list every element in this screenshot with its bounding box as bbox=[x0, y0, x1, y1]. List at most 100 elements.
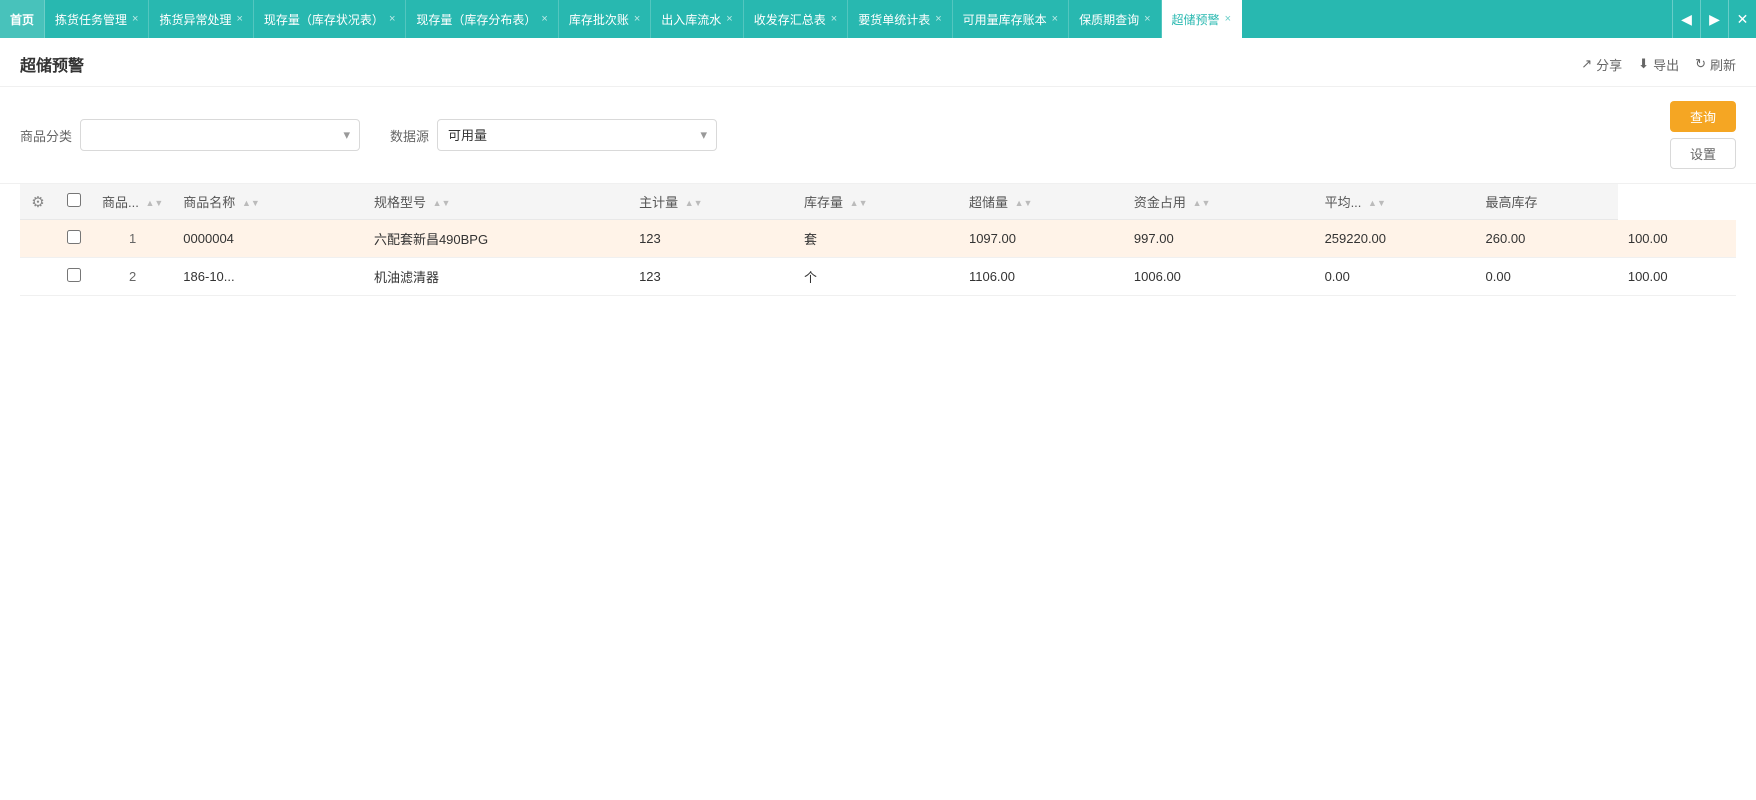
datasource-select-wrap: 可用量 库存量 bbox=[437, 119, 717, 151]
category-select-wrap bbox=[80, 119, 360, 151]
nav-tab-home-label: 首页 bbox=[10, 11, 34, 28]
row-check-1 bbox=[56, 258, 92, 296]
filter-area: 商品分类 数据源 可用量 库存量 查询 设置 bbox=[0, 87, 1756, 183]
col-header-name[interactable]: 商品名称 ▲▼ bbox=[173, 184, 364, 220]
nav-tab-task-mgmt-label: 拣货任务管理 bbox=[55, 11, 127, 28]
nav-tab-quality-check[interactable]: 保质期查询 × bbox=[1069, 0, 1161, 38]
select-all-checkbox[interactable] bbox=[67, 193, 81, 207]
col-header-overstock[interactable]: 超储量 ▲▼ bbox=[959, 184, 1124, 220]
row-check-0 bbox=[56, 220, 92, 258]
row-avg-1: 0.00 bbox=[1476, 258, 1618, 296]
nav-tab-order-stat-close[interactable]: × bbox=[935, 13, 941, 25]
export-label: 导出 bbox=[1653, 55, 1679, 74]
col-header-max-stock[interactable]: 最高库存 bbox=[1476, 184, 1618, 220]
row-stock-1: 1106.00 bbox=[959, 258, 1124, 296]
row-max-stock-0: 100.00 bbox=[1618, 220, 1736, 258]
nav-tab-stock-status[interactable]: 现存量（库存状况表） × bbox=[254, 0, 406, 38]
nav-tab-order-stat-label: 要货单统计表 bbox=[858, 11, 930, 28]
page-header: 超储预警 ↗ 分享 ⬇ 导出 ↻ 刷新 bbox=[0, 38, 1756, 87]
col-header-spec[interactable]: 规格型号 ▲▼ bbox=[364, 184, 629, 220]
export-icon: ⬇ bbox=[1638, 56, 1649, 72]
row-spec-0: 123 bbox=[629, 220, 794, 258]
datasource-select[interactable]: 可用量 库存量 bbox=[437, 119, 717, 151]
row-index-1: 2 bbox=[92, 258, 173, 296]
sort-icon-code: ▲▼ bbox=[145, 199, 163, 208]
col-header-avg[interactable]: 平均... ▲▼ bbox=[1315, 184, 1476, 220]
export-button[interactable]: ⬇ 导出 bbox=[1638, 55, 1679, 74]
row-overstock-0: 997.00 bbox=[1124, 220, 1315, 258]
page-title: 超储预警 bbox=[20, 52, 84, 76]
nav-tab-stock-status-label: 现存量（库存状况表） bbox=[264, 11, 384, 28]
refresh-icon: ↻ bbox=[1695, 56, 1706, 72]
share-label: 分享 bbox=[1596, 55, 1622, 74]
gear-icon[interactable]: ⚙ bbox=[30, 193, 46, 209]
nav-tab-overstock-alert-label: 超储预警 bbox=[1172, 11, 1220, 28]
sort-icon-name: ▲▼ bbox=[242, 199, 260, 208]
row-max-stock-1: 100.00 bbox=[1618, 258, 1736, 296]
nav-tab-recv-send-close[interactable]: × bbox=[831, 13, 837, 25]
nav-tab-abnormal-close[interactable]: × bbox=[236, 13, 242, 25]
settings-button[interactable]: 设置 bbox=[1670, 138, 1736, 169]
row-code-0: 0000004 bbox=[173, 220, 364, 258]
category-label: 商品分类 bbox=[20, 126, 72, 145]
col-header-capital[interactable]: 资金占用 ▲▼ bbox=[1124, 184, 1315, 220]
row-stock-0: 1097.00 bbox=[959, 220, 1124, 258]
col-header-check bbox=[56, 184, 92, 220]
nav-tab-home[interactable]: 首页 bbox=[0, 0, 45, 38]
nav-tab-inout-flow[interactable]: 出入库流水 × bbox=[651, 0, 743, 38]
nav-tab-recv-send-label: 收发存汇总表 bbox=[754, 11, 826, 28]
row-name-1: 机油滤清器 bbox=[364, 258, 629, 296]
nav-tab-available-account-label: 可用量库存账本 bbox=[963, 11, 1047, 28]
nav-arrows: ◀ ▶ ✕ bbox=[1672, 0, 1756, 38]
nav-tab-available-account-close[interactable]: × bbox=[1052, 13, 1058, 25]
nav-tab-abnormal[interactable]: 拣货异常处理 × bbox=[149, 0, 253, 38]
row-avg-0: 260.00 bbox=[1476, 220, 1618, 258]
nav-tab-overstock-alert[interactable]: 超储预警 × bbox=[1162, 0, 1242, 38]
nav-tab-abnormal-label: 拣货异常处理 bbox=[159, 11, 231, 28]
sort-icon-capital: ▲▼ bbox=[1193, 199, 1211, 208]
nav-tab-overstock-alert-close[interactable]: × bbox=[1225, 13, 1231, 25]
nav-tab-stock-dist-close[interactable]: × bbox=[541, 13, 547, 25]
filter-group-datasource: 数据源 可用量 库存量 bbox=[390, 119, 717, 151]
row-index-0: 1 bbox=[92, 220, 173, 258]
nav-tab-quality-check-close[interactable]: × bbox=[1144, 13, 1150, 25]
top-nav: 首页 拣货任务管理 × 拣货异常处理 × 现存量（库存状况表） × 现存量（库存… bbox=[0, 0, 1756, 38]
row-checkbox-0[interactable] bbox=[67, 230, 81, 244]
share-icon: ↗ bbox=[1581, 56, 1592, 72]
row-unit-0: 套 bbox=[794, 220, 959, 258]
nav-tab-available-account[interactable]: 可用量库存账本 × bbox=[953, 0, 1069, 38]
nav-tab-stock-dist[interactable]: 现存量（库存分布表） × bbox=[406, 0, 558, 38]
refresh-button[interactable]: ↻ 刷新 bbox=[1695, 55, 1736, 74]
nav-arrow-right[interactable]: ▶ bbox=[1700, 0, 1728, 38]
row-overstock-1: 1006.00 bbox=[1124, 258, 1315, 296]
row-unit-1: 个 bbox=[794, 258, 959, 296]
nav-tab-inout-flow-close[interactable]: × bbox=[726, 13, 732, 25]
col-header-unit[interactable]: 主计量 ▲▼ bbox=[629, 184, 794, 220]
data-table: ⚙ 商品... ▲▼ 商品名称 ▲▼ 规格型号 ▲▼ bbox=[20, 184, 1736, 296]
col-header-gear: ⚙ bbox=[20, 184, 56, 220]
nav-arrow-close[interactable]: ✕ bbox=[1728, 0, 1756, 38]
nav-tab-task-mgmt-close[interactable]: × bbox=[132, 13, 138, 25]
table-header-row: ⚙ 商品... ▲▼ 商品名称 ▲▼ 规格型号 ▲▼ bbox=[20, 184, 1736, 220]
row-gear-0 bbox=[20, 220, 56, 258]
nav-tab-stock-status-close[interactable]: × bbox=[389, 13, 395, 25]
nav-tab-batch-account[interactable]: 库存批次账 × bbox=[559, 0, 651, 38]
nav-arrow-left[interactable]: ◀ bbox=[1672, 0, 1700, 38]
category-select[interactable] bbox=[80, 119, 360, 151]
nav-tab-task-mgmt[interactable]: 拣货任务管理 × bbox=[45, 0, 149, 38]
row-capital-0: 259220.00 bbox=[1315, 220, 1476, 258]
row-name-0: 六配套新昌490BPG bbox=[364, 220, 629, 258]
sort-icon-avg: ▲▼ bbox=[1368, 199, 1386, 208]
share-button[interactable]: ↗ 分享 bbox=[1581, 55, 1622, 74]
filter-actions: 查询 设置 bbox=[1670, 101, 1736, 169]
query-button[interactable]: 查询 bbox=[1670, 101, 1736, 132]
row-checkbox-1[interactable] bbox=[67, 268, 81, 282]
nav-tab-batch-account-close[interactable]: × bbox=[634, 13, 640, 25]
col-header-code[interactable]: 商品... ▲▼ bbox=[92, 184, 173, 220]
table-row: 2 186-10... 机油滤清器 123 个 1106.00 1006.00 … bbox=[20, 258, 1736, 296]
col-header-stock[interactable]: 库存量 ▲▼ bbox=[794, 184, 959, 220]
sort-icon-overstock: ▲▼ bbox=[1015, 199, 1033, 208]
nav-tab-recv-send[interactable]: 收发存汇总表 × bbox=[744, 0, 848, 38]
row-spec-1: 123 bbox=[629, 258, 794, 296]
nav-tab-order-stat[interactable]: 要货单统计表 × bbox=[848, 0, 952, 38]
